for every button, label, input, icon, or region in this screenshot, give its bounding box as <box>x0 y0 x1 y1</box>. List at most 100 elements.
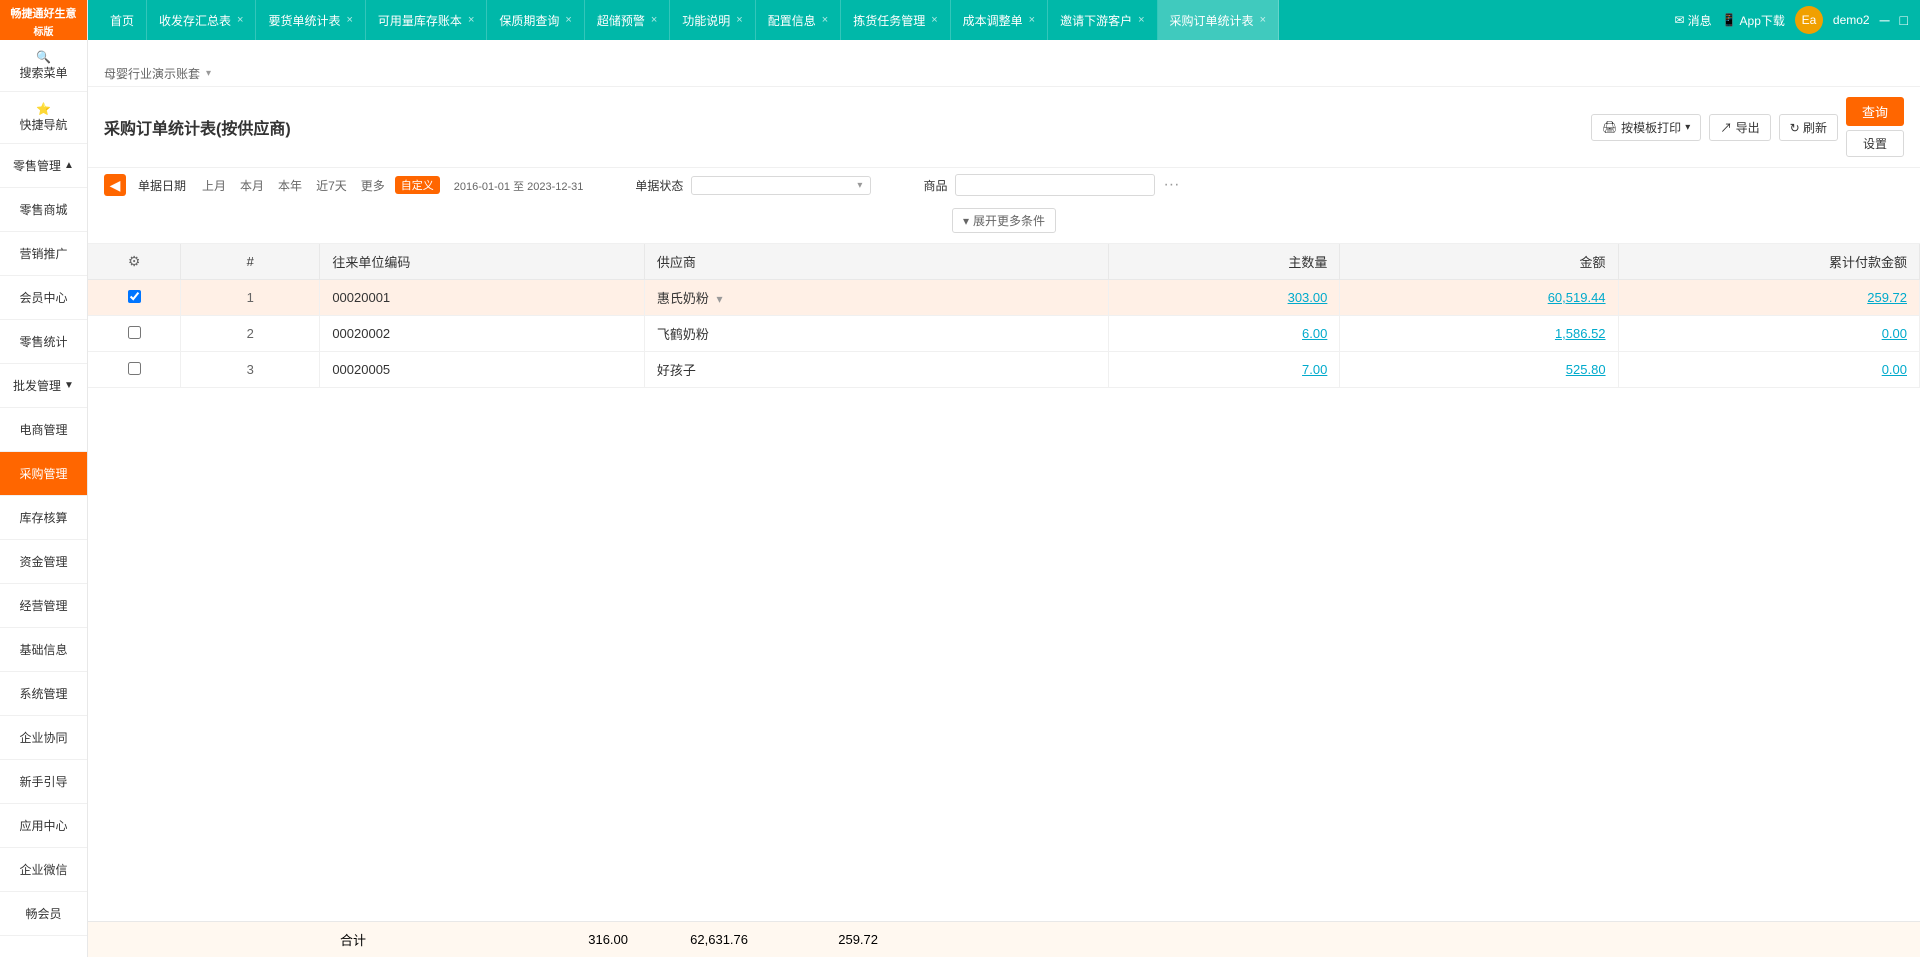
workspace-arrow[interactable]: ▾ <box>206 68 211 79</box>
close-icon-expiry-query[interactable]: × <box>565 14 571 26</box>
sidebar-item-marketing[interactable]: 营销推广 <box>0 232 87 276</box>
tab-overstock[interactable]: 超储预警 × <box>585 0 670 40</box>
sidebar-item-member2[interactable]: 畅会员 <box>0 892 87 936</box>
row-index: 3 <box>181 352 320 388</box>
row-paid[interactable]: 0.00 <box>1618 316 1919 352</box>
tab-collect-pay[interactable]: 收发存汇总表 × <box>147 0 256 40</box>
table-row[interactable]: 3 00020005 好孩子 7.00 525.80 0.00 <box>88 352 1920 388</box>
row-amount[interactable]: 525.80 <box>1340 352 1618 388</box>
template-arrow-icon: ▾ <box>1685 122 1690 133</box>
page-actions: 🖨 按模板打印 ▾ ↗ 导出 ↻ 刷新 查询 设置 <box>1591 97 1904 157</box>
printer-icon: 🖨 <box>1602 120 1617 134</box>
row-checkbox[interactable] <box>88 316 181 352</box>
row-amount[interactable]: 1,586.52 <box>1340 316 1618 352</box>
maximize-icon[interactable]: □ <box>1900 12 1908 28</box>
row-supplier[interactable]: 飞鹤奶粉 <box>644 316 1108 352</box>
row-check-input[interactable] <box>128 326 141 339</box>
col-index: # <box>181 244 320 280</box>
refresh-btn[interactable]: ↻ 刷新 <box>1779 114 1838 141</box>
row-check-input[interactable] <box>128 362 141 375</box>
row-check-input[interactable] <box>128 290 141 303</box>
close-icon-invite-downstream[interactable]: × <box>1138 14 1144 26</box>
app-download-btn[interactable]: 📱 App下载 <box>1722 12 1785 29</box>
row-paid[interactable]: 259.72 <box>1618 280 1919 316</box>
row-qty[interactable]: 303.00 <box>1108 280 1340 316</box>
username[interactable]: demo2 <box>1833 13 1870 27</box>
col-gear[interactable]: ⚙ <box>88 244 181 280</box>
message-btn[interactable]: ✉ 消息 <box>1675 12 1712 29</box>
sidebar-item-member[interactable]: 会员中心 <box>0 276 87 320</box>
date-option-more[interactable]: 更多 <box>357 175 389 196</box>
sidebar-item-app-center[interactable]: 应用中心 <box>0 804 87 848</box>
sidebar-item-retail-mall[interactable]: 零售商城 <box>0 188 87 232</box>
sidebar-item-operations[interactable]: 经营管理 <box>0 584 87 628</box>
collapse-btn[interactable]: ◀ <box>104 174 126 196</box>
row-checkbox[interactable] <box>88 280 181 316</box>
tab-home[interactable]: 首页 <box>98 0 147 40</box>
settings-btn[interactable]: 设置 <box>1846 130 1904 157</box>
row-amount[interactable]: 60,519.44 <box>1340 280 1618 316</box>
tab-function-desc[interactable]: 功能说明 × <box>670 0 755 40</box>
sidebar-item-system[interactable]: 系统管理 <box>0 672 87 716</box>
row-qty[interactable]: 7.00 <box>1108 352 1340 388</box>
goods-more-icon[interactable]: ··· <box>1163 176 1179 194</box>
date-option-this-year[interactable]: 本年 <box>274 175 306 196</box>
sidebar-item-retail-stats[interactable]: 零售统计 <box>0 320 87 364</box>
goods-input[interactable] <box>955 174 1155 196</box>
close-icon-collect-pay[interactable]: × <box>237 14 243 26</box>
tab-cost-adjust[interactable]: 成本调整单 × <box>951 0 1048 40</box>
tab-expiry-query[interactable]: 保质期查询 × <box>487 0 584 40</box>
sidebar-item-search[interactable]: 🔍 搜索菜单 <box>0 40 87 92</box>
table-row[interactable]: 2 00020002 飞鹤奶粉 6.00 1,586.52 0.00 <box>88 316 1920 352</box>
page-content: 母婴行业演示账套 ▾ 采购订单统计表(按供应商) 🖨 按模板打印 ▾ ↗ 导出 … <box>88 40 1920 957</box>
sidebar-item-new-guide[interactable]: 新手引导 <box>0 760 87 804</box>
date-option-last-7-days[interactable]: 近7天 <box>312 175 351 196</box>
row-supplier[interactable]: 好孩子 <box>644 352 1108 388</box>
minimize-icon[interactable]: ─ <box>1880 12 1890 28</box>
query-btn[interactable]: 查询 <box>1846 97 1904 126</box>
tab-picking-task[interactable]: 拣货任务管理 × <box>841 0 950 40</box>
row-paid[interactable]: 0.00 <box>1618 352 1919 388</box>
status-select[interactable]: ▾ <box>691 176 871 195</box>
expand-filters-btn[interactable]: ▾ 展开更多条件 <box>952 208 1056 233</box>
sidebar-item-retail-mgmt[interactable]: 零售管理 ▲ <box>0 144 87 188</box>
custom-date-badge[interactable]: 自定义 <box>395 176 440 194</box>
table-gear-icon[interactable]: ⚙ <box>128 253 141 269</box>
close-icon-picking-task[interactable]: × <box>931 14 937 26</box>
close-icon-purchase-stats[interactable]: × <box>1260 14 1266 26</box>
row-supplier[interactable]: 惠氏奶粉 ▾ <box>644 280 1108 316</box>
tab-purchase-stats[interactable]: 采购订单统计表 × <box>1158 0 1279 40</box>
tab-goods-stats[interactable]: 要货单统计表 × <box>256 0 365 40</box>
close-icon-cost-adjust[interactable]: × <box>1029 14 1035 26</box>
sidebar-item-enterprise-collab[interactable]: 企业协同 <box>0 716 87 760</box>
sidebar-label-operations: 经营管理 <box>19 597 67 614</box>
template-print-btn[interactable]: 🖨 按模板打印 ▾ <box>1591 114 1701 141</box>
table-row[interactable]: 1 00020001 惠氏奶粉 ▾ 303.00 60,519.44 259.7… <box>88 280 1920 316</box>
close-icon-available-stock[interactable]: × <box>468 14 474 26</box>
close-icon-function-desc[interactable]: × <box>736 14 742 26</box>
row-qty[interactable]: 6.00 <box>1108 316 1340 352</box>
sidebar-item-finance[interactable]: 资金管理 <box>0 540 87 584</box>
close-icon-overstock[interactable]: × <box>651 14 657 26</box>
sidebar-item-basic-info[interactable]: 基础信息 <box>0 628 87 672</box>
user-avatar[interactable]: Ea <box>1795 6 1823 34</box>
sidebar-item-enterprise-wechat[interactable]: 企业微信 <box>0 848 87 892</box>
sidebar-item-ecommerce[interactable]: 电商管理 <box>0 408 87 452</box>
tab-invite-downstream[interactable]: 邀请下游客户 × <box>1048 0 1157 40</box>
tab-label-invite-downstream: 邀请下游客户 <box>1060 12 1132 29</box>
date-option-last-month[interactable]: 上月 <box>198 175 230 196</box>
tab-available-stock[interactable]: 可用量库存账本 × <box>366 0 487 40</box>
tab-config-info[interactable]: 配置信息 × <box>756 0 841 40</box>
sidebar-item-quick-nav[interactable]: ⭐ 快捷导航 <box>0 92 87 144</box>
row-checkbox[interactable] <box>88 352 181 388</box>
main-area: 首页 收发存汇总表 × 要货单统计表 × 可用量库存账本 × 保质期查询 × 超… <box>88 0 1920 957</box>
sidebar-item-purchase-mgmt[interactable]: 采购管理 <box>0 452 87 496</box>
close-icon-config-info[interactable]: × <box>822 14 828 26</box>
export-btn[interactable]: ↗ 导出 <box>1709 114 1770 141</box>
date-option-this-month[interactable]: 本月 <box>236 175 268 196</box>
sidebar-item-wholesale[interactable]: 批发管理 ▼ <box>0 364 87 408</box>
sidebar-item-inventory[interactable]: 库存核算 <box>0 496 87 540</box>
workspace-label[interactable]: 母婴行业演示账套 <box>104 65 200 82</box>
close-icon-goods-stats[interactable]: × <box>346 14 352 26</box>
table-container: ⚙ # 往来单位编码 供应商 主数量 金额 累计付款金额 1 00020001 <box>88 244 1920 921</box>
